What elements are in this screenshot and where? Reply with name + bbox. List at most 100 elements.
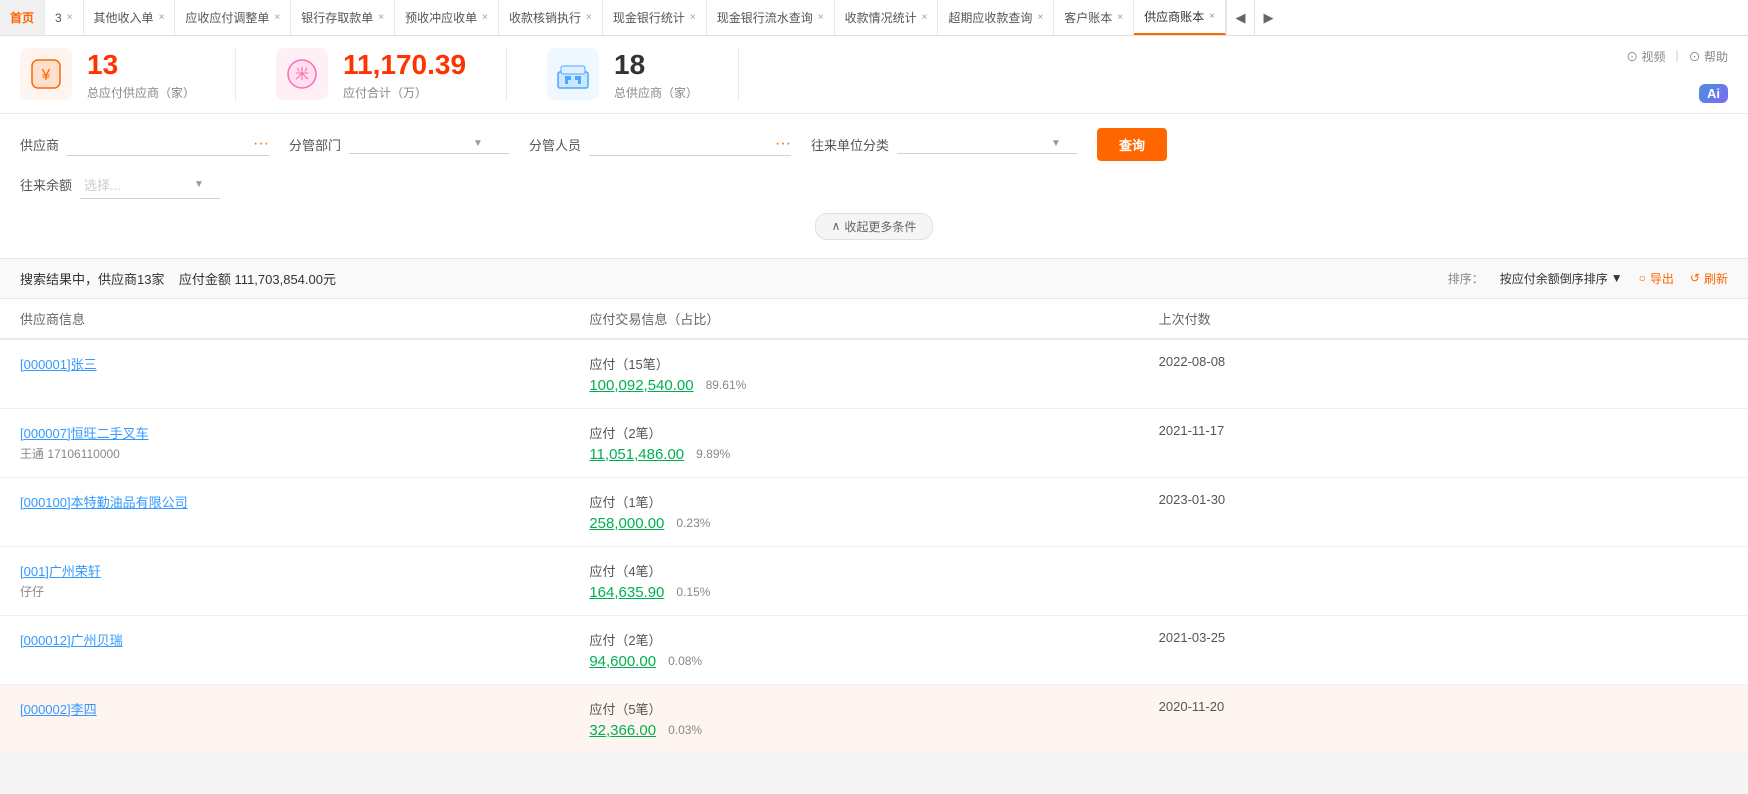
last-pay-0: 2022-08-08	[1159, 354, 1728, 369]
person-dots-btn[interactable]: ···	[775, 135, 791, 153]
nav-tab-verify[interactable]: 收款核销执行 ×	[499, 0, 603, 35]
nav-arrow-left[interactable]: ◀	[1226, 0, 1254, 35]
video-icon: ⊙	[1626, 50, 1638, 64]
nav-tab-home[interactable]: 首页	[0, 0, 45, 35]
nav-tab-adjust[interactable]: 应收应付调整单 ×	[175, 0, 291, 35]
results-summary: 搜索结果中，供应商13家 应付金额 111,703,854.00元	[20, 269, 336, 288]
trans-label-2: 应付（1笔）	[589, 492, 1158, 511]
dept-chevron-icon: ▼	[473, 138, 505, 149]
nav-tab-recvstat[interactable]: 收款情况统计 ×	[835, 0, 939, 35]
filter-bar: 供应商 ··· 分管部门 ▼ 分管人员 ··· 往来单位分类 ▼	[0, 114, 1748, 259]
collapse-button[interactable]: ∧ 收起更多条件	[815, 213, 934, 240]
person-input[interactable]	[589, 132, 773, 155]
supplier-link-3[interactable]: [001]广州荣轩	[20, 561, 589, 580]
video-help-btn[interactable]: ⊙ 视频	[1626, 48, 1665, 65]
supplier-link-0[interactable]: [000001]张三	[20, 354, 589, 373]
supplier-input-wrap: ···	[67, 132, 269, 156]
refresh-button[interactable]: ↺ 刷新	[1690, 270, 1728, 287]
trans-amount-3[interactable]: 164,635.90	[589, 584, 664, 601]
nav-tab-verify-close[interactable]: ×	[586, 12, 592, 23]
supplier-info-1: [000007]恒旺二手叉车 王通 17106110000	[20, 423, 589, 462]
nav-tab-supplierbook[interactable]: 供应商账本 ×	[1134, 0, 1226, 35]
nav-tab-cashstat-close[interactable]: ×	[690, 12, 696, 23]
sort-value-text: 按应付余额倒序排序	[1500, 270, 1608, 287]
help-label: 帮助	[1704, 50, 1728, 64]
stat-label-suppliers: 总供应商（家）	[614, 84, 698, 101]
nav-tab-adjust-close[interactable]: ×	[274, 12, 280, 23]
supplier-link-2[interactable]: [000100]本特勤油品有限公司	[20, 492, 589, 511]
trans-percent-1: 9.89%	[696, 447, 730, 461]
nav-tab-overdue-close[interactable]: ×	[1037, 12, 1043, 23]
category-select[interactable]: ▼	[897, 134, 1077, 154]
last-pay-1: 2021-11-17	[1159, 423, 1728, 438]
table-row: [001]广州荣轩 仔仔 应付（4笔） 164,635.90 0.15%	[0, 547, 1748, 616]
help-btn[interactable]: ⊙ 帮助	[1689, 48, 1728, 65]
table-row: [000007]恒旺二手叉车 王通 17106110000 应付（2笔） 11,…	[0, 409, 1748, 478]
nav-tab-income-close[interactable]: ×	[159, 12, 165, 23]
trans-amount-1[interactable]: 11,051,486.00	[589, 446, 684, 463]
nav-tab-prepay[interactable]: 预收冲应收单 ×	[395, 0, 499, 35]
export-button[interactable]: ○ 导出	[1639, 270, 1674, 287]
nav-tab-supplierbook-label: 供应商账本	[1144, 8, 1204, 25]
trans-info-4: 应付（2笔） 94,600.00 0.08%	[589, 630, 1158, 670]
stat-text-suppliers: 18 总供应商（家）	[614, 48, 698, 101]
nav-tab-cashflow-label: 现金银行流水查询	[717, 9, 813, 26]
supplier-dots-btn[interactable]: ···	[253, 135, 269, 153]
top-navigation: 首页 3 × 其他收入单 × 应收应付调整单 × 银行存取款单 × 预收冲应收单…	[0, 0, 1748, 36]
trans-amount-5[interactable]: 32,366.00	[589, 722, 656, 739]
nav-tab-bank-close[interactable]: ×	[378, 12, 384, 23]
supplier-link-4[interactable]: [000012]广州贝瑞	[20, 630, 589, 649]
nav-tab-prepay-close[interactable]: ×	[482, 12, 488, 23]
sort-chevron-icon: ▼	[1611, 271, 1623, 285]
collapse-label: 收起更多条件	[844, 218, 916, 235]
nav-tab-3-label: 3	[55, 11, 62, 25]
nav-tab-overdue[interactable]: 超期应收款查询 ×	[938, 0, 1054, 35]
balance-select-placeholder: 选择...	[84, 175, 194, 194]
nav-tab-3[interactable]: 3 ×	[45, 0, 84, 35]
stat-number-payable: 13	[87, 48, 195, 82]
trans-percent-0: 89.61%	[706, 378, 747, 392]
nav-tab-custbook[interactable]: 客户账本 ×	[1054, 0, 1134, 35]
nav-tab-bank[interactable]: 银行存取款单 ×	[291, 0, 395, 35]
nav-tab-supplierbook-close[interactable]: ×	[1209, 11, 1215, 22]
nav-tab-recvstat-close[interactable]: ×	[922, 12, 928, 23]
nav-tab-custbook-close[interactable]: ×	[1117, 12, 1123, 23]
trans-amount-2[interactable]: 258,000.00	[589, 515, 664, 532]
search-button[interactable]: 查询	[1097, 128, 1167, 161]
supplier-link-5[interactable]: [000002]李四	[20, 699, 589, 718]
nav-tab-home-label: 首页	[10, 9, 34, 26]
supplier-link-1[interactable]: [000007]恒旺二手叉车	[20, 423, 589, 442]
trans-amount-4[interactable]: 94,600.00	[589, 653, 656, 670]
trans-label-4: 应付（2笔）	[589, 630, 1158, 649]
stat-number-suppliers: 18	[614, 48, 698, 82]
nav-tab-bank-label: 银行存取款单	[301, 9, 373, 26]
filter-group-person: 分管人员 ···	[529, 132, 791, 156]
nav-tab-adjust-label: 应收应付调整单	[185, 9, 269, 26]
supplier-sub-1: 王通 17106110000	[20, 445, 589, 462]
filter-row-2: 往来余额 选择... ▼	[20, 171, 1728, 199]
category-chevron-icon: ▼	[1051, 138, 1073, 149]
table-row: [000012]广州贝瑞 应付（2笔） 94,600.00 0.08% 2021…	[0, 616, 1748, 685]
nav-tab-cashflow-close[interactable]: ×	[818, 12, 824, 23]
balance-select[interactable]: 选择... ▼	[80, 171, 220, 199]
sort-value-btn[interactable]: 按应付余额倒序排序 ▼	[1500, 270, 1623, 287]
ai-badge[interactable]: Ai	[1699, 84, 1728, 103]
stat-icon-suppliers	[547, 48, 599, 100]
stat-label-payable: 总应付供应商（家）	[87, 84, 195, 101]
table-row: [000002]李四 应付（5笔） 32,366.00 0.03% 2020-1…	[0, 685, 1748, 754]
help-icon: ⊙	[1689, 50, 1701, 64]
supplier-input[interactable]	[67, 132, 251, 155]
category-filter-label: 往来单位分类	[811, 135, 889, 154]
nav-tab-income[interactable]: 其他收入单 ×	[84, 0, 176, 35]
nav-arrow-right[interactable]: ▶	[1254, 0, 1282, 35]
trans-percent-3: 0.15%	[676, 585, 710, 599]
dept-select[interactable]: ▼	[349, 134, 509, 154]
nav-tab-custbook-label: 客户账本	[1064, 9, 1112, 26]
nav-tab-cashflow[interactable]: 现金银行流水查询 ×	[707, 0, 835, 35]
nav-tab-cashstat[interactable]: 现金银行统计 ×	[603, 0, 707, 35]
trans-percent-4: 0.08%	[668, 654, 702, 668]
dept-filter-label: 分管部门	[289, 135, 341, 154]
nav-tab-3-close[interactable]: ×	[67, 12, 73, 23]
trans-amount-0[interactable]: 100,092,540.00	[589, 377, 693, 394]
stat-text-payable: 13 总应付供应商（家）	[87, 48, 195, 101]
